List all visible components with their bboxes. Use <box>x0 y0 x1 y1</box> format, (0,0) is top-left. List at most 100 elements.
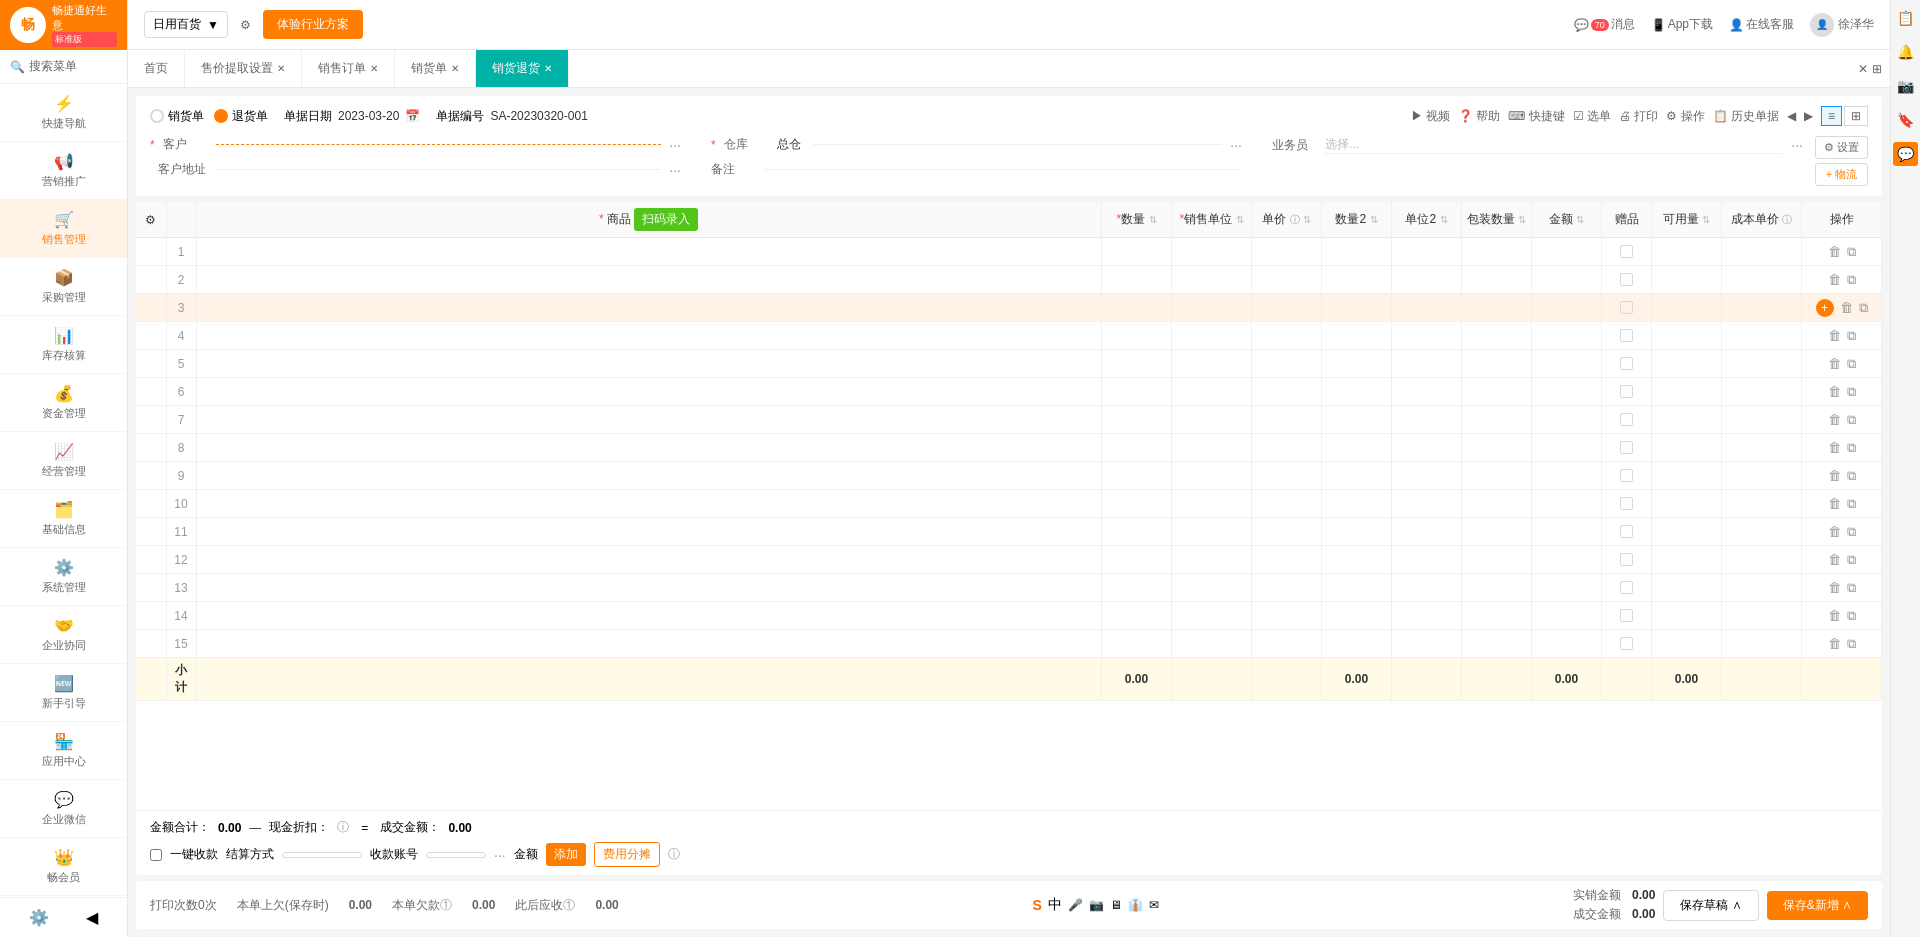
unit2-cell-9[interactable] <box>1392 462 1462 490</box>
gift-checkbox-3[interactable] <box>1620 301 1633 314</box>
sidebar-item-appstore[interactable]: 🏪 应用中心 <box>0 722 127 780</box>
qty-cell-7[interactable] <box>1102 406 1172 434</box>
qty2-cell-9[interactable] <box>1322 462 1392 490</box>
calc-select[interactable] <box>282 852 362 858</box>
gift-checkbox-10[interactable] <box>1620 497 1633 510</box>
unit2-cell-15[interactable] <box>1392 630 1462 658</box>
scan-btn[interactable]: 扫码录入 <box>634 208 698 231</box>
qty-cell-4[interactable] <box>1102 322 1172 350</box>
cost-cell-13[interactable] <box>1722 574 1802 602</box>
cost-cell-15[interactable] <box>1722 630 1802 658</box>
delete-icon-7[interactable]: 🗑 <box>1828 412 1841 427</box>
gift-cell-5[interactable] <box>1602 350 1652 378</box>
logistics-button[interactable]: + 物流 <box>1815 163 1868 186</box>
qty2-cell-7[interactable] <box>1322 406 1392 434</box>
tab-sales-return[interactable]: 销货退货 ✕ <box>476 50 569 87</box>
gift-cell-9[interactable] <box>1602 462 1652 490</box>
available-cell-14[interactable] <box>1652 602 1722 630</box>
amount-cell-5[interactable] <box>1532 350 1602 378</box>
right-icon-5[interactable]: 💬 <box>1893 142 1918 166</box>
gift-checkbox-13[interactable] <box>1620 581 1633 594</box>
gift-checkbox-1[interactable] <box>1620 245 1633 258</box>
gift-cell-15[interactable] <box>1602 630 1652 658</box>
delete-icon-2[interactable]: 🗑 <box>1828 272 1841 287</box>
customer-dots[interactable]: ··· <box>669 137 681 153</box>
qty-cell-9[interactable] <box>1102 462 1172 490</box>
cost-cell-12[interactable] <box>1722 546 1802 574</box>
customer-input[interactable] <box>216 144 662 145</box>
qty-cell-2[interactable] <box>1102 266 1172 294</box>
view-list-btn[interactable]: ≡ <box>1821 106 1842 126</box>
qty-cell-8[interactable] <box>1102 434 1172 462</box>
qty2-cell-12[interactable] <box>1322 546 1392 574</box>
cost-cell-5[interactable] <box>1722 350 1802 378</box>
qty-cell-12[interactable] <box>1102 546 1172 574</box>
amount-cell-13[interactable] <box>1532 574 1602 602</box>
price-cell-10[interactable] <box>1252 490 1322 518</box>
gift-checkbox-2[interactable] <box>1620 273 1633 286</box>
price-cell-3[interactable] <box>1252 294 1322 322</box>
plus-btn-3[interactable]: + <box>1816 299 1834 317</box>
gift-cell-2[interactable] <box>1602 266 1652 294</box>
footer-icon-voice[interactable]: 🎤 <box>1068 898 1083 912</box>
delete-icon-10[interactable]: 🗑 <box>1828 496 1841 511</box>
product-cell-13[interactable] <box>196 574 1102 602</box>
qty2-cell-6[interactable] <box>1322 378 1392 406</box>
amount-cell-14[interactable] <box>1532 602 1602 630</box>
copy-icon-9[interactable]: ⧉ <box>1847 468 1856 484</box>
draft-button[interactable]: 保存草稿 ∧ <box>1663 890 1758 921</box>
toolbar-select[interactable]: ☑ 选单 <box>1573 108 1611 125</box>
product-cell-8[interactable] <box>196 434 1102 462</box>
copy-icon-14[interactable]: ⧉ <box>1847 608 1856 624</box>
delete-icon-11[interactable]: 🗑 <box>1828 524 1841 539</box>
tab-price-extract-close[interactable]: ✕ <box>277 63 285 74</box>
product-cell-1[interactable] <box>196 238 1102 266</box>
available-cell-8[interactable] <box>1652 434 1722 462</box>
footer-icon-mail[interactable]: ✉ <box>1149 898 1159 912</box>
app-download-btn[interactable]: 📱 App下载 <box>1651 16 1713 33</box>
pack-cell-13[interactable] <box>1462 574 1532 602</box>
price-cell-12[interactable] <box>1252 546 1322 574</box>
sidebar-item-system[interactable]: ⚙️ 系统管理 <box>0 548 127 606</box>
right-icon-1[interactable]: 📋 <box>1893 6 1918 30</box>
gift-checkbox-6[interactable] <box>1620 385 1633 398</box>
price-cell-5[interactable] <box>1252 350 1322 378</box>
delete-icon-1[interactable]: 🗑 <box>1828 244 1841 259</box>
toolbar-operate[interactable]: ⚙ 操作 <box>1666 108 1704 125</box>
industry-select[interactable]: 日用百货 ▼ <box>144 11 228 38</box>
delete-icon-6[interactable]: 🗑 <box>1828 384 1841 399</box>
product-cell-11[interactable] <box>196 518 1102 546</box>
cost-cell-14[interactable] <box>1722 602 1802 630</box>
setting-button[interactable]: ⚙ 设置 <box>1815 136 1868 159</box>
right-icon-2[interactable]: 🔔 <box>1893 40 1918 64</box>
price-cell-13[interactable] <box>1252 574 1322 602</box>
qty-cell-6[interactable] <box>1102 378 1172 406</box>
copy-icon-3[interactable]: ⧉ <box>1859 300 1868 316</box>
right-icon-4[interactable]: 🔖 <box>1893 108 1918 132</box>
settings-gear-icon[interactable]: ⚙ <box>240 18 251 32</box>
product-cell-9[interactable] <box>196 462 1102 490</box>
gift-cell-1[interactable] <box>1602 238 1652 266</box>
amount-cell-2[interactable] <box>1532 266 1602 294</box>
unit2-cell-2[interactable] <box>1392 266 1462 294</box>
product-cell-2[interactable] <box>196 266 1102 294</box>
pack-cell-6[interactable] <box>1462 378 1532 406</box>
price-cell-7[interactable] <box>1252 406 1322 434</box>
unit2-cell-10[interactable] <box>1392 490 1462 518</box>
product-cell-10[interactable] <box>196 490 1102 518</box>
warehouse-dots[interactable]: ··· <box>1230 137 1242 153</box>
cost-cell-10[interactable] <box>1722 490 1802 518</box>
copy-icon-5[interactable]: ⧉ <box>1847 356 1856 372</box>
price-cell-14[interactable] <box>1252 602 1322 630</box>
qty2-cell-10[interactable] <box>1322 490 1392 518</box>
available-cell-3[interactable] <box>1652 294 1722 322</box>
delete-icon-3[interactable]: 🗑 <box>1840 300 1853 315</box>
copy-icon-7[interactable]: ⧉ <box>1847 412 1856 428</box>
price-cell-11[interactable] <box>1252 518 1322 546</box>
pack-cell-9[interactable] <box>1462 462 1532 490</box>
remark-input[interactable] <box>764 169 1242 170</box>
sidebar-item-newguide[interactable]: 🆕 新手引导 <box>0 664 127 722</box>
unit-cell-9[interactable] <box>1172 462 1252 490</box>
gift-cell-6[interactable] <box>1602 378 1652 406</box>
cost-cell-6[interactable] <box>1722 378 1802 406</box>
